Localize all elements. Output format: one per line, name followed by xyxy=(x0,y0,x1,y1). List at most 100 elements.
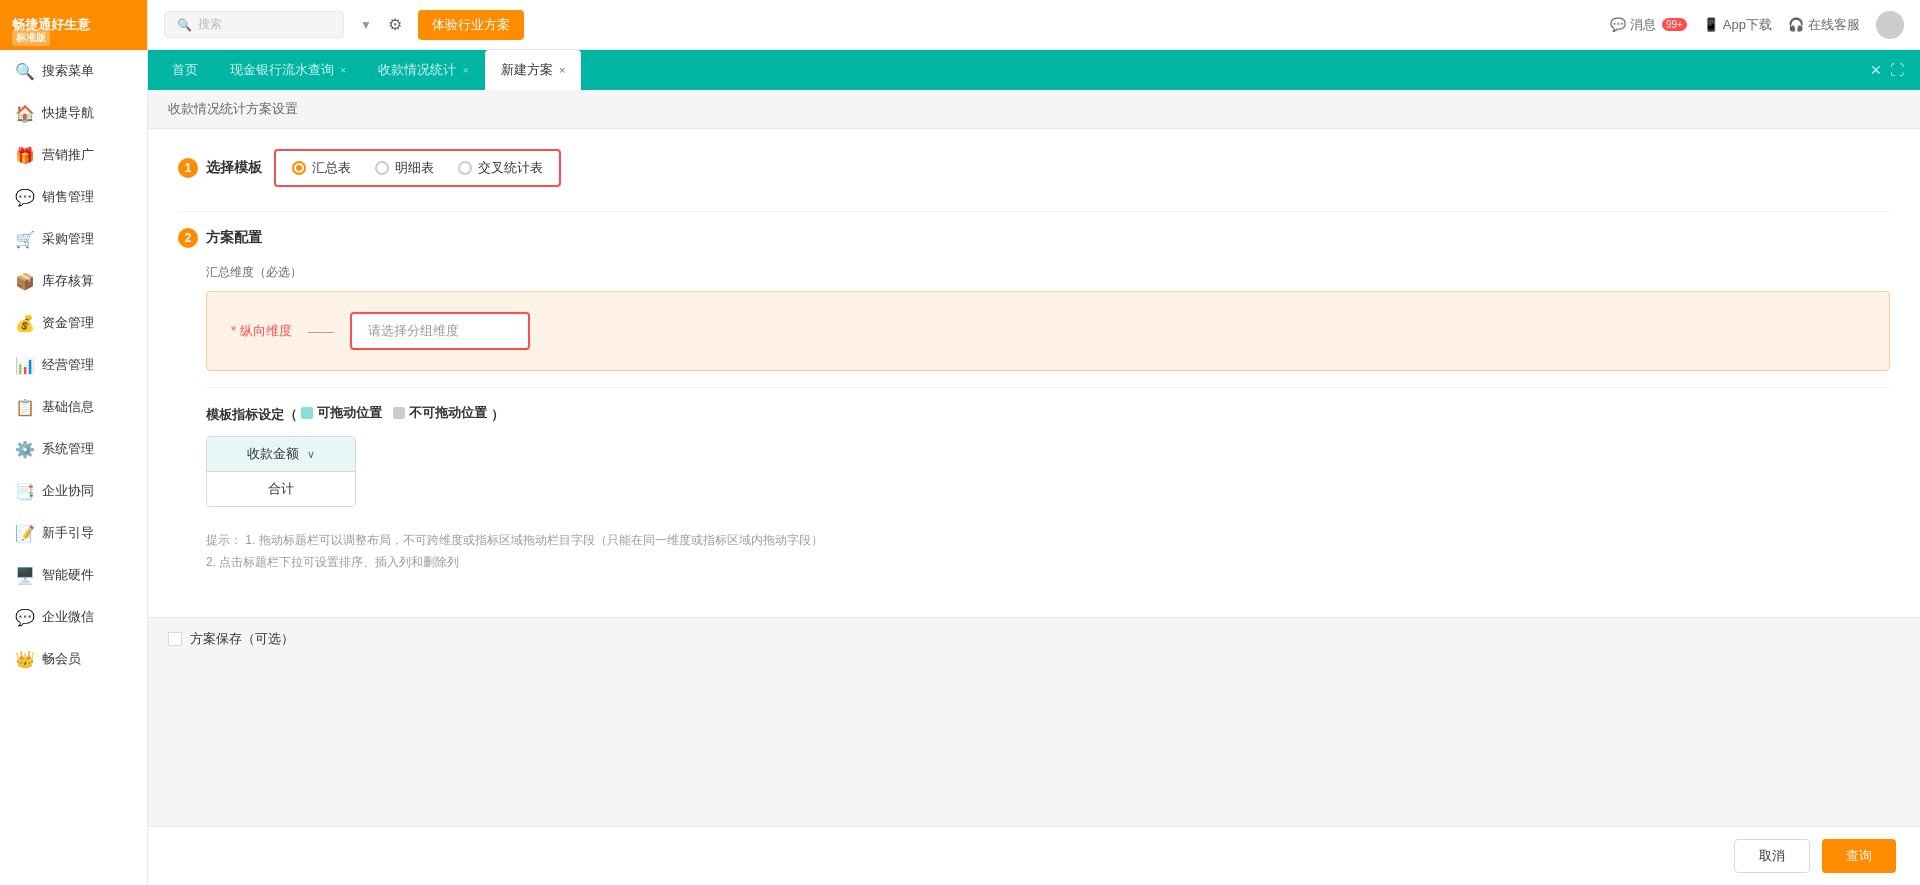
sidebar-item-marketing[interactable]: 🎁 营销推广 xyxy=(0,134,147,176)
tab-label-home: 首页 xyxy=(172,61,198,79)
page-breadcrumb: 收款情况统计方案设置 xyxy=(148,90,1920,129)
section-config: 2 方案配置 汇总维度（必选） * 纵向维度 —— 请选择分组维度 xyxy=(178,228,1890,573)
tab-label-new-plan: 新建方案 xyxy=(501,61,553,79)
cancel-button[interactable]: 取消 xyxy=(1734,839,1810,873)
tab-close-collection-stats[interactable]: × xyxy=(462,64,468,76)
template-options: 汇总表 明细表 交叉统计表 xyxy=(274,149,561,187)
radio-summary[interactable]: 汇总表 xyxy=(292,159,351,177)
sidebar-item-basic-info[interactable]: 📋 基础信息 xyxy=(0,386,147,428)
sidebar-item-enterprise-wechat[interactable]: 💬 企业微信 xyxy=(0,596,147,638)
sidebar-label-enterprise-wechat: 企业微信 xyxy=(42,608,94,626)
tab-collection-stats[interactable]: 收款情况统计 × xyxy=(362,50,484,90)
enterprise-collab-icon: 📑 xyxy=(16,482,34,500)
section1-header: 1 选择模板 汇总表 明细表 交叉统计表 xyxy=(178,149,1890,187)
notification-badge: 99+ xyxy=(1662,18,1687,31)
search-placeholder: 搜索 xyxy=(198,16,222,33)
support-item[interactable]: 🎧 在线客服 xyxy=(1788,16,1860,34)
query-button[interactable]: 查询 xyxy=(1822,839,1896,873)
basic-info-icon: 📋 xyxy=(16,398,34,416)
download-icon: 📱 xyxy=(1703,17,1719,32)
form-area: 1 选择模板 汇总表 明细表 交叉统计表 xyxy=(148,129,1920,617)
sidebar-label-basic-info: 基础信息 xyxy=(42,398,94,416)
topbar-right: 💬 消息 99+ 📱 App下载 🎧 在线客服 xyxy=(1610,11,1904,39)
radio-summary-label: 汇总表 xyxy=(312,159,351,177)
tab-close-bank-flow[interactable]: × xyxy=(340,64,346,76)
metrics-header: 模板指标设定（ 可拖动位置 不可拖动位置 ） xyxy=(206,404,1890,424)
breadcrumb-text: 收款情况统计方案设置 xyxy=(168,101,298,116)
tips-area: 提示： 1. 拖动标题栏可以调整布局，不可跨维度或指标区域拖动栏目字段（只能在同… xyxy=(206,530,1890,573)
section1-num: 1 xyxy=(178,158,198,178)
system-icon: ⚙️ xyxy=(16,440,34,458)
save-label: 方案保存（可选） xyxy=(190,630,294,648)
sales-icon: 💬 xyxy=(16,188,34,206)
radio-cross-label: 交叉统计表 xyxy=(478,159,543,177)
edition-badge: 标准版 xyxy=(12,30,50,46)
nondraggable-legend-label: 不可拖动位置 xyxy=(409,404,487,422)
metrics-col-header[interactable]: 收款金额 ∨ xyxy=(207,437,355,472)
sidebar-item-newbie[interactable]: 📝 新手引导 xyxy=(0,512,147,554)
radio-detail-label: 明细表 xyxy=(395,159,434,177)
avatar[interactable] xyxy=(1876,11,1904,39)
section1-title: 选择模板 xyxy=(206,159,262,177)
sidebar-label-purchase: 采购管理 xyxy=(42,230,94,248)
sidebar-label-system: 系统管理 xyxy=(42,440,94,458)
tab-right-icons: ✕ ⛶ xyxy=(1870,62,1912,78)
sidebar-item-operations[interactable]: 📊 经营管理 xyxy=(0,344,147,386)
metrics-col-chevron[interactable]: ∨ xyxy=(307,448,315,461)
sidebar-label-operations: 经营管理 xyxy=(42,356,94,374)
footer-buttons: 取消 查询 xyxy=(148,826,1920,885)
topbar-dropdown-arrow[interactable]: ▼ xyxy=(360,18,372,32)
sidebar-item-quick-nav[interactable]: 🏠 快捷导航 xyxy=(0,92,147,134)
notification-item[interactable]: 💬 消息 99+ xyxy=(1610,16,1687,34)
gear-icon[interactable]: ⚙ xyxy=(388,15,402,34)
sidebar-item-system[interactable]: ⚙️ 系统管理 xyxy=(0,428,147,470)
trial-button[interactable]: 体验行业方案 xyxy=(418,10,524,40)
quick-nav-icon: 🏠 xyxy=(16,104,34,122)
smart-hardware-icon: 🖥️ xyxy=(16,566,34,584)
dimension-select[interactable]: 请选择分组维度 xyxy=(350,312,530,350)
topbar-search[interactable]: 🔍 搜索 xyxy=(164,11,344,38)
section2-header: 2 方案配置 xyxy=(178,228,1890,248)
sidebar-item-smart-hardware[interactable]: 🖥️ 智能硬件 xyxy=(0,554,147,596)
tip1: 提示： 1. 拖动标题栏可以调整布局，不可跨维度或指标区域拖动栏目字段（只能在同… xyxy=(206,530,1890,552)
page-content: 收款情况统计方案设置 1 选择模板 汇总表 明细表 xyxy=(148,90,1920,885)
sidebar-label-marketing: 营销推广 xyxy=(42,146,94,164)
sidebar-item-purchase[interactable]: 🛒 采购管理 xyxy=(0,218,147,260)
metrics-section-label: 模板指标设定（ 可拖动位置 不可拖动位置 ） xyxy=(206,404,504,424)
dimension-area: * 纵向维度 —— 请选择分组维度 xyxy=(206,291,1890,371)
tab-home[interactable]: 首页 xyxy=(156,50,214,90)
sidebar-item-search-menu[interactable]: 🔍 搜索菜单 xyxy=(0,50,147,92)
sidebar: 畅捷通好生意 标准版 🔍 搜索菜单 🏠 快捷导航 🎁 营销推广 💬 销售管理 🛒… xyxy=(0,0,148,885)
sidebar-label-member: 畅会员 xyxy=(42,650,81,668)
sidebar-item-sales[interactable]: 💬 销售管理 xyxy=(0,176,147,218)
maximize-icon[interactable]: ⛶ xyxy=(1890,62,1904,78)
marketing-icon: 🎁 xyxy=(16,146,34,164)
save-checkbox[interactable] xyxy=(168,632,182,646)
sidebar-item-member[interactable]: 👑 畅会员 xyxy=(0,638,147,680)
sidebar-label-newbie: 新手引导 xyxy=(42,524,94,542)
member-icon: 👑 xyxy=(16,650,34,668)
sidebar-item-enterprise-collab[interactable]: 📑 企业协同 xyxy=(0,470,147,512)
tip2-text: 2. 点击标题栏下拉可设置排序、插入列和删除列 xyxy=(206,555,459,569)
tab-close-new-plan[interactable]: × xyxy=(559,64,565,76)
save-option[interactable]: 方案保存（可选） xyxy=(168,630,1900,648)
tab-bank-flow[interactable]: 现金银行流水查询 × xyxy=(214,50,362,90)
radio-detail-circle xyxy=(375,161,389,175)
radio-detail[interactable]: 明细表 xyxy=(375,159,434,177)
tab-new-plan[interactable]: 新建方案 × xyxy=(485,50,581,90)
sidebar-label-sales: 销售管理 xyxy=(42,188,94,206)
newbie-icon: 📝 xyxy=(16,524,34,542)
draggable-legend-label: 可拖动位置 xyxy=(317,404,382,422)
radio-summary-circle xyxy=(292,161,306,175)
sidebar-item-inventory[interactable]: 📦 库存核算 xyxy=(0,260,147,302)
section2-num: 2 xyxy=(178,228,198,248)
close-window-icon[interactable]: ✕ xyxy=(1870,62,1882,78)
download-item[interactable]: 📱 App下载 xyxy=(1703,16,1772,34)
topbar: 🔍 搜索 ▼ ⚙ 体验行业方案 💬 消息 99+ 📱 App下载 🎧 在线客服 xyxy=(148,0,1920,50)
sidebar-label-inventory: 库存核算 xyxy=(42,272,94,290)
draggable-legend-dot xyxy=(301,407,313,419)
section-template: 1 选择模板 汇总表 明细表 交叉统计表 xyxy=(178,149,1890,187)
radio-cross[interactable]: 交叉统计表 xyxy=(458,159,543,177)
sidebar-item-finance[interactable]: 💰 资金管理 xyxy=(0,302,147,344)
search-icon: 🔍 xyxy=(177,18,192,32)
